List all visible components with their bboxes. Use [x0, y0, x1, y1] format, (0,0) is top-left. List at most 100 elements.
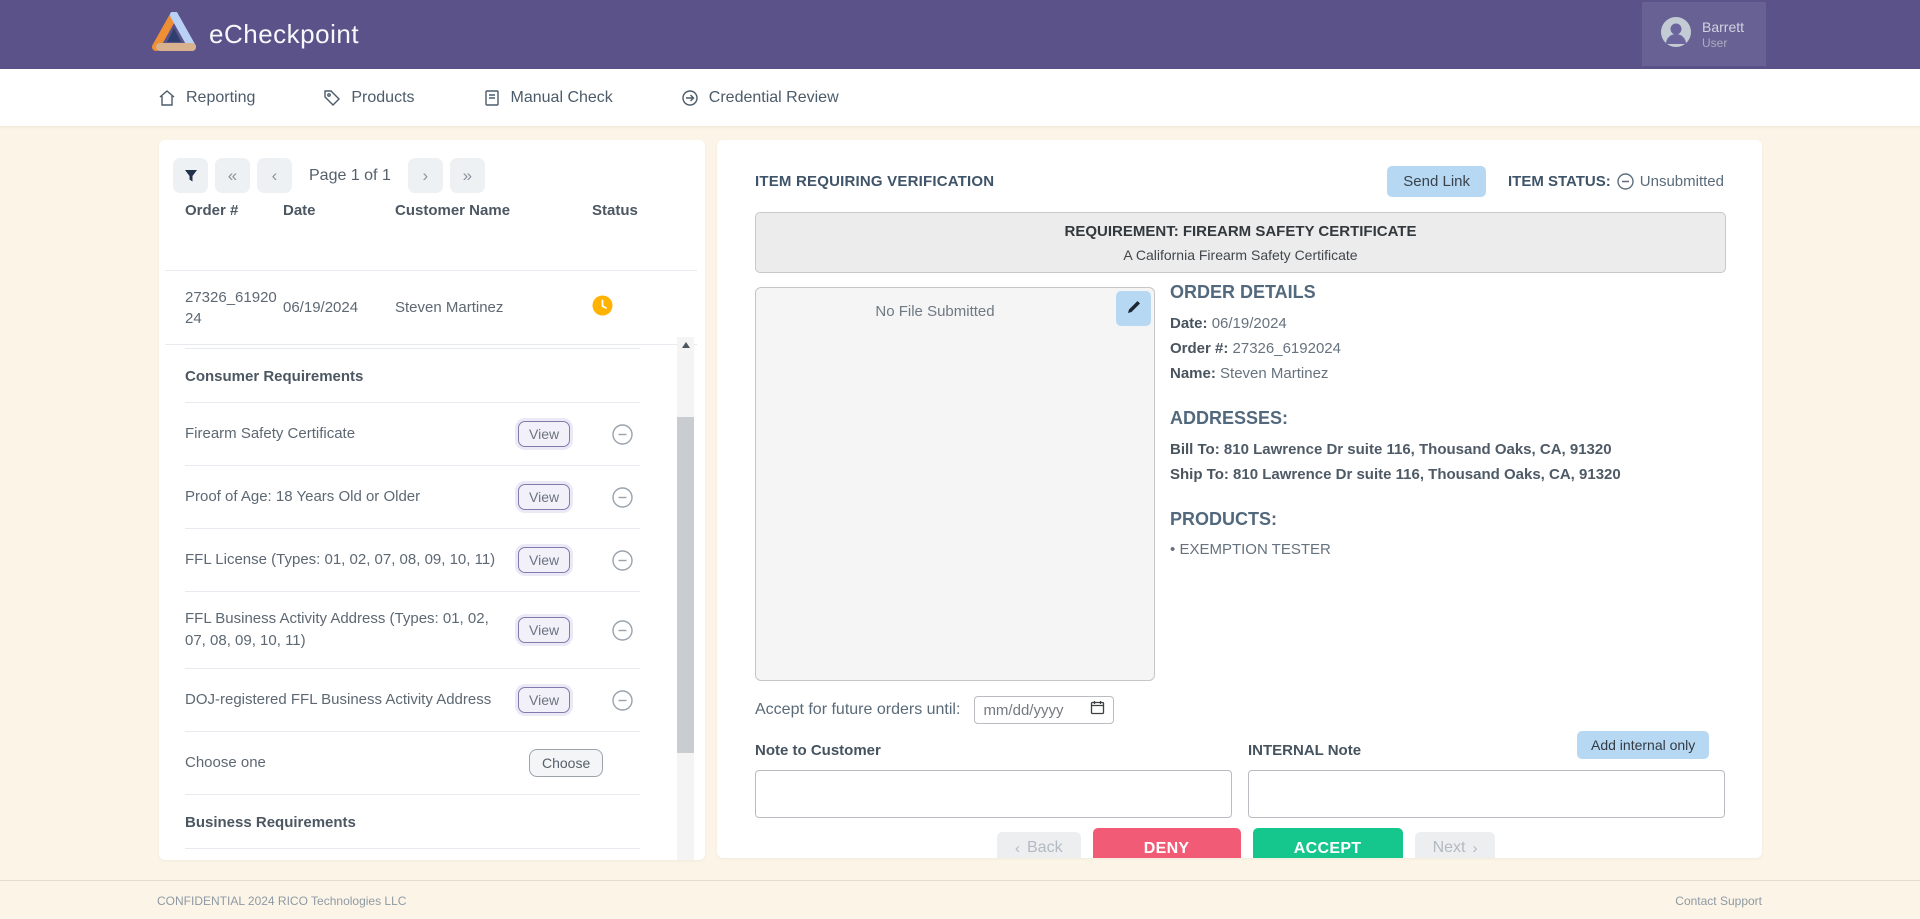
bullet-icon: •: [1170, 541, 1176, 558]
next-page-button[interactable]: ›: [407, 158, 443, 193]
view-button[interactable]: View: [518, 547, 571, 573]
back-button[interactable]: ‹ Back: [997, 832, 1081, 858]
products-heading: PRODUCTS:: [1170, 509, 1277, 529]
ship-to-line: Ship To: 810 Lawrence Dr suite 116, Thou…: [1170, 466, 1621, 483]
item-status: ITEM STATUS: Unsubmitted: [1508, 173, 1724, 190]
unsubmitted-minus-circle-icon: [1617, 173, 1634, 190]
requirement-label: Proof of Age: 18 Years Old or Older: [185, 488, 421, 505]
arrow-circle-icon: [681, 89, 699, 107]
view-button[interactable]: View: [518, 617, 571, 643]
requirement-label: Choose one: [185, 754, 266, 771]
verification-title: ITEM REQUIRING VERIFICATION: [755, 173, 995, 190]
future-accept-label: Accept for future orders until:: [755, 701, 961, 718]
view-button[interactable]: View: [518, 687, 571, 713]
order-number-line: Order #: 27326_6192024: [1170, 340, 1341, 357]
brand-name: eCheckpoint: [209, 19, 360, 49]
scrollbar-thumb[interactable]: [677, 417, 694, 753]
internal-note-label: INTERNAL Note: [1248, 742, 1362, 759]
nav-label: Credential Review: [708, 88, 839, 106]
brand-logo: eCheckpoint: [152, 11, 360, 57]
order-table-row[interactable]: 27326_6192024 06/19/2024 Steven Martinez: [165, 270, 697, 345]
column-header-customer: Customer Name: [395, 202, 511, 219]
nav-label: Products: [351, 88, 415, 106]
order-details-heading: ORDER DETAILS: [1170, 282, 1316, 302]
scrollbar-up-arrow[interactable]: [677, 337, 694, 353]
filter-button[interactable]: [173, 158, 208, 193]
submitted-file-box: No File Submitted: [755, 287, 1155, 681]
requirement-label: FFL License (Types: 01, 02, 07, 08, 09, …: [185, 551, 496, 568]
send-link-button[interactable]: Send Link: [1387, 166, 1486, 197]
tag-icon: [323, 89, 341, 107]
page-indicator: Page 1 of 1: [309, 166, 391, 184]
contact-support-link[interactable]: Contact Support: [1675, 894, 1762, 908]
nav-label: Manual Check: [510, 88, 613, 106]
nav-item-reporting[interactable]: Reporting: [158, 89, 255, 107]
order-date: 06/19/2024: [283, 299, 359, 316]
last-page-button[interactable]: »: [449, 158, 485, 193]
edit-file-button[interactable]: [1116, 291, 1151, 326]
requirement-label: Firearm Safety Certificate: [185, 425, 356, 442]
future-accept-date-input[interactable]: mm/dd/yyyy: [974, 696, 1115, 724]
view-button[interactable]: View: [518, 484, 571, 510]
logo-triangle-icon: [152, 11, 196, 57]
no-file-text: No File Submitted: [875, 303, 995, 320]
chevron-left-icon: ‹: [1015, 839, 1020, 857]
main-nav: Reporting Products Manual Check Credenti…: [0, 69, 1920, 126]
user-name: Barrett: [1702, 18, 1745, 35]
product-item: • EXEMPTION TESTER: [1170, 541, 1331, 558]
pencil-icon: [1126, 299, 1142, 318]
app-footer: CONFIDENTIAL 2024 RICO Technologies LLC …: [0, 880, 1920, 919]
note-to-customer-label: Note to Customer: [755, 742, 881, 759]
requirement-banner: REQUIREMENT: FIREARM SAFETY CERTIFICATE …: [755, 212, 1726, 273]
requirement-row: FFL Business Activity Address (Types: 01…: [185, 592, 640, 668]
internal-note-textarea[interactable]: [1248, 770, 1725, 818]
deny-button[interactable]: DENY: [1092, 828, 1241, 858]
first-page-button[interactable]: «: [215, 158, 250, 193]
requirement-row: Proof of Age: 18 Years Old or Older View: [185, 466, 640, 528]
app-header: eCheckpoint Barrett User: [0, 0, 1920, 69]
order-date-line: Date: 06/19/2024: [1170, 315, 1287, 332]
calendar-icon: [1090, 700, 1105, 720]
column-header-date: Date: [283, 202, 316, 219]
orders-table-header: Order # Date Customer Name Status: [185, 202, 640, 219]
requirement-row: Firearm Safety Certificate View: [185, 403, 640, 465]
status-pending-clock-icon: [592, 295, 640, 320]
order-number: 27326_6192024: [185, 288, 277, 327]
requirement-row: Choose one Choose: [185, 732, 640, 794]
user-avatar-icon: [1660, 16, 1692, 53]
add-internal-only-button[interactable]: Add internal only: [1577, 731, 1710, 759]
user-role: User: [1702, 35, 1728, 50]
order-customer: Steven Martinez: [395, 299, 504, 316]
minus-circle-icon: [612, 689, 633, 711]
pagination-bar: « ‹ Page 1 of 1 › »: [173, 158, 485, 193]
notes-labels-row: Note to Customer INTERNAL Note Add inter…: [755, 731, 1724, 759]
user-menu[interactable]: Barrett User: [1642, 2, 1766, 66]
order-name-line: Name: Steven Martinez: [1170, 365, 1329, 382]
minus-circle-icon: [612, 549, 633, 571]
requirements-list: Consumer Requirements Firearm Safety Cer…: [185, 348, 640, 849]
addresses-heading: ADDRESSES:: [1170, 408, 1289, 428]
document-icon: [483, 89, 501, 107]
actions-row: ‹ Back DENY ACCEPT Next ›: [997, 828, 1496, 858]
future-accept-row: Accept for future orders until: mm/dd/yy…: [755, 696, 1115, 724]
footer-confidential-text: CONFIDENTIAL 2024 RICO Technologies LLC: [157, 894, 407, 908]
section-title-consumer-requirements: Consumer Requirements: [185, 368, 364, 385]
choose-button[interactable]: Choose: [529, 749, 604, 777]
next-button[interactable]: Next ›: [1414, 832, 1496, 858]
section-title-business-requirements: Business Requirements: [185, 814, 356, 831]
note-to-customer-textarea[interactable]: [755, 770, 1232, 818]
nav-item-credential-review[interactable]: Credential Review: [681, 89, 839, 107]
minus-circle-icon: [612, 423, 633, 445]
nav-item-products[interactable]: Products: [323, 88, 415, 107]
nav-label: Reporting: [186, 88, 256, 106]
item-status-value: Unsubmitted: [1639, 173, 1724, 190]
column-header-status: Status: [592, 202, 638, 219]
prev-page-button[interactable]: ‹: [257, 158, 292, 193]
view-button[interactable]: View: [518, 421, 571, 447]
date-placeholder: mm/dd/yyyy: [983, 701, 1064, 719]
requirement-row: DOJ-registered FFL Business Activity Add…: [185, 669, 640, 731]
home-icon: [158, 89, 176, 107]
accept-button[interactable]: ACCEPT: [1252, 828, 1403, 858]
minus-circle-icon: [612, 486, 633, 508]
nav-item-manual-check[interactable]: Manual Check: [483, 89, 613, 107]
